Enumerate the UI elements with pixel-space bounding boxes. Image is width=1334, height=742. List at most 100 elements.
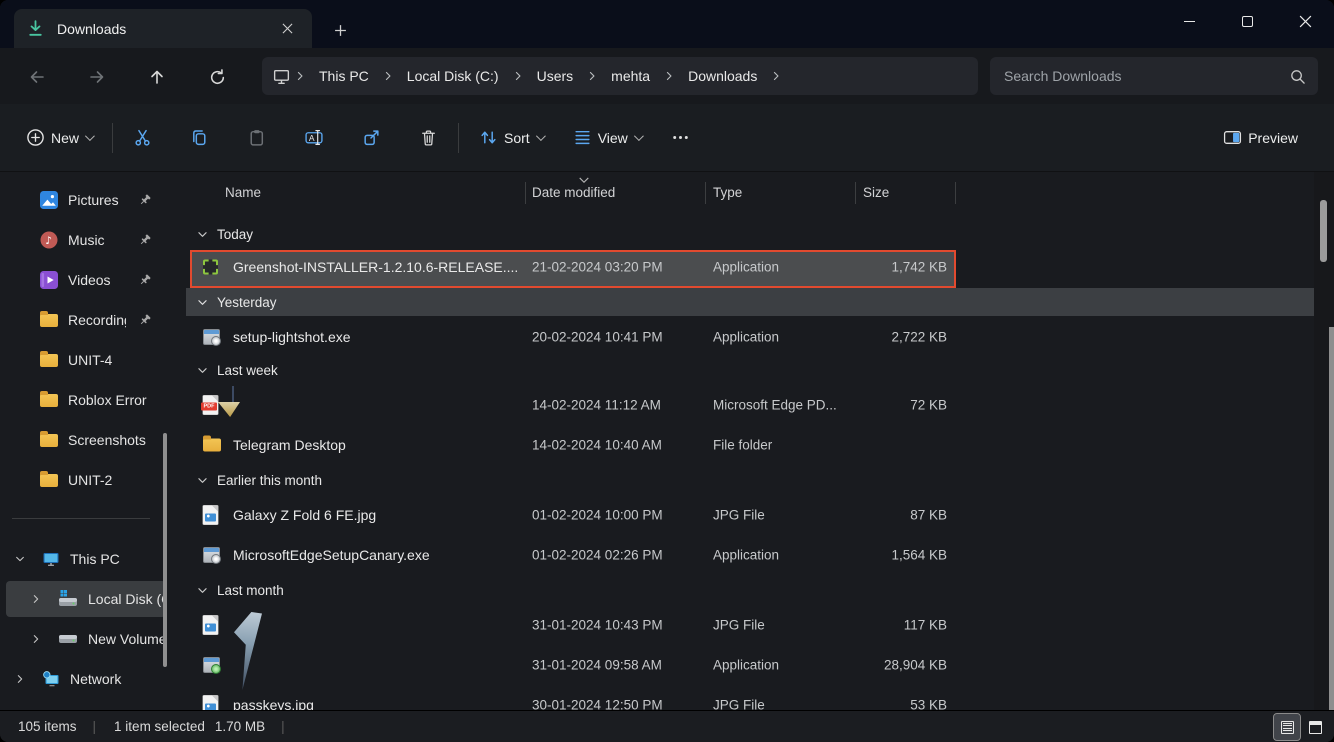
file-row-greenshot-installer[interactable]: Greenshot-INSTALLER-1.2.10.6-RELEASE....… [186,250,1314,288]
details-view-button[interactable] [1273,713,1301,741]
share-button[interactable] [354,118,389,158]
new-button[interactable]: New [18,118,100,158]
sidebar-item-music[interactable]: ♪ Music [6,222,166,258]
pin-icon [140,234,151,245]
maximize-button[interactable] [1218,0,1276,42]
group-label: Earlier this month [217,472,323,488]
chevron-right-icon [590,71,595,81]
sidebar-item-roblox-error[interactable]: Roblox Error [6,382,166,418]
forward-button[interactable] [82,62,112,92]
title-bar: Downloads [0,0,1334,48]
list-scrollbar-thumb[interactable] [1320,200,1327,262]
paste-icon [250,130,264,146]
group-header-earlier-this-month[interactable]: Earlier this month [186,466,1314,494]
breadcrumb-this-pc[interactable]: This PC [309,68,379,84]
search-box[interactable] [990,57,1318,95]
refresh-icon [210,68,224,84]
sidebar-item-recordings[interactable]: Recordings [6,302,166,338]
column-separator[interactable] [955,182,956,204]
group-header-last-week[interactable]: Last week [186,356,1314,384]
minimize-button[interactable] [1160,0,1218,42]
view-button[interactable]: View [565,118,649,158]
chevron-right-icon [385,71,391,81]
sidebar-scrollbar[interactable] [163,433,167,667]
group-header-yesterday[interactable]: Yesterday [186,288,1314,316]
installer-exe-icon [203,657,221,674]
breadcrumb-users[interactable]: Users [527,68,584,84]
selection-size: 1.70 MB [214,719,266,734]
breadcrumb-downloads[interactable]: Downloads [678,68,767,84]
up-button[interactable] [142,62,172,92]
paste-button[interactable] [239,118,274,158]
file-size: 1,564 KB [891,547,947,563]
copy-button[interactable] [182,118,217,158]
breadcrumb-mehta[interactable]: mehta [601,68,660,84]
chevron-right-icon [666,71,672,81]
delete-button[interactable] [411,118,446,158]
sidebar-item-videos[interactable]: Videos [6,262,166,298]
file-row-telegram-desktop[interactable]: Telegram Desktop 14-02-2024 10:40 AM Fil… [186,428,1314,462]
breadcrumb-local-disk[interactable]: Local Disk (C:) [397,68,509,84]
file-row-galaxy-z-fold[interactable]: Galaxy Z Fold 6 FE.jpg 01-02-2024 10:00 … [186,498,1314,532]
chevron-down-icon[interactable] [14,553,26,565]
tab-downloads[interactable]: Downloads [14,9,312,48]
file-row-pdf[interactable]: 14-02-2024 11:12 AM Microsoft Edge PD...… [186,388,1314,422]
file-type: File folder [713,437,773,453]
drive-icon [59,635,77,643]
large-icons-view-icon [1308,720,1322,734]
sidebar-item-this-pc[interactable]: This PC [6,541,166,577]
sidebar-item-unit-2[interactable]: UNIT-2 [6,462,166,498]
large-icons-view-button[interactable] [1302,714,1328,740]
back-button[interactable] [22,62,52,92]
column-separator[interactable] [855,182,856,204]
chevron-right-icon[interactable] [30,593,42,605]
file-date: 31-01-2024 10:43 PM [532,617,663,633]
file-name: setup-lightshot.exe [233,329,351,345]
file-name: Greenshot-INSTALLER-1.2.10.6-RELEASE.... [233,259,518,275]
folder-icon [40,390,58,407]
refresh-button[interactable] [202,62,232,92]
column-header-name[interactable]: Name [225,185,261,200]
search-input[interactable] [990,68,1289,84]
new-label: New [51,129,80,146]
sidebar-item-pictures[interactable]: Pictures [6,182,166,218]
sidebar-item-screenshots[interactable]: Screenshots [6,422,166,458]
sidebar-item-unit-4[interactable]: UNIT-4 [6,342,166,378]
chevron-down-icon [535,131,546,142]
sidebar-item-local-disk-c[interactable]: Local Disk (C:) [6,581,166,617]
preview-button[interactable]: Preview [1215,118,1312,158]
close-button[interactable] [1276,0,1334,42]
rename-button[interactable]: A [296,118,332,158]
chevron-right-icon[interactable] [14,673,26,685]
column-header-size[interactable]: Size [863,185,889,200]
sidebar-divider [12,518,150,519]
new-tab-button[interactable] [328,18,352,42]
pdf-file-icon [201,395,218,415]
column-separator[interactable] [525,182,526,204]
file-row-setup-lightshot[interactable]: setup-lightshot.exe 20-02-2024 10:41 PM … [186,320,1314,354]
chevron-right-icon[interactable] [30,633,42,645]
trash-icon [422,130,435,146]
chevron-right-icon [774,71,779,81]
sort-button[interactable]: Sort [471,118,551,158]
column-header-type[interactable]: Type [713,185,742,200]
sidebar-item-network[interactable]: Network [6,661,166,697]
download-icon [29,20,42,36]
file-date: 21-02-2024 03:20 PM [532,259,663,275]
tab-close-button[interactable] [274,16,300,42]
navigation-pane: Pictures ♪ Music Videos Recordings [0,172,186,710]
chevron-right-icon [297,71,303,81]
group-header-today[interactable]: Today [186,220,1314,248]
file-row-passkeys[interactable]: passkeys.jpg 30-01-2024 12:50 PM JPG Fil… [186,688,1314,712]
sidebar-item-new-volume[interactable]: New Volume [6,621,166,657]
group-header-last-month[interactable]: Last month [186,576,1314,604]
file-row-jpg-1[interactable]: 31-01-2024 10:43 PM JPG File 117 KB [186,608,1314,642]
column-separator[interactable] [705,182,706,204]
column-header-date-modified[interactable]: Date modified [532,185,615,200]
file-row-edge-setup-canary[interactable]: MicrosoftEdgeSetupCanary.exe 01-02-2024 … [186,538,1314,572]
file-row-application-1[interactable]: 31-01-2024 09:58 AM Application 28,904 K… [186,648,1314,682]
toolbar-separator [112,122,114,153]
installer-exe-icon [203,547,221,564]
cut-button[interactable] [125,118,160,158]
more-options-button[interactable] [663,118,698,158]
